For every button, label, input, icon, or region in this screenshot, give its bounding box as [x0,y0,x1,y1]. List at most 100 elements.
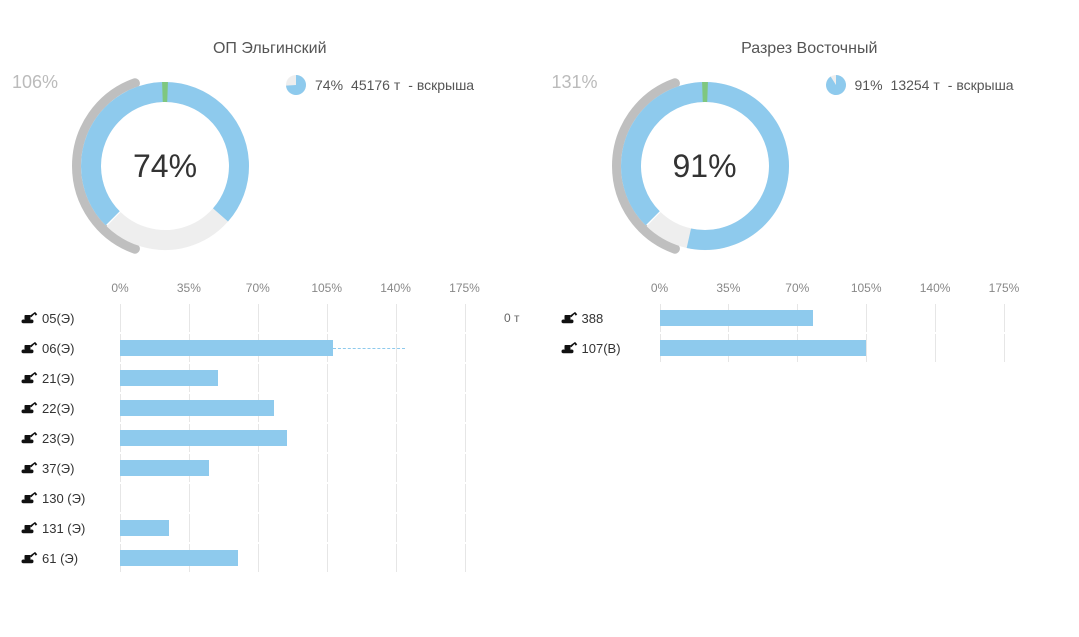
bar-track [120,514,465,542]
axis-tick: 105% [311,281,342,295]
excavator-icon [560,311,578,325]
bar-track [120,304,465,332]
legend-value: 13254 т [891,77,940,93]
bar-fill [120,520,169,536]
excavator-icon [20,371,38,385]
bar-label: 388 [560,311,660,326]
bar-track [660,304,1005,332]
axis-tick: 175% [449,281,480,295]
bar-label: 21(Э) [20,371,120,386]
legend-value: 45176 т [351,77,400,93]
bar-fill [120,340,333,356]
axis-row: 0%35%70%105%140%175% [560,281,1060,303]
bar-track [120,454,465,482]
bar-label-text: 06(Э) [42,341,74,356]
excavator-icon [20,311,38,325]
excavator-icon [20,401,38,415]
axis-tick: 105% [851,281,882,295]
bar-label: 61 (Э) [20,551,120,566]
bar-label: 06(Э) [20,341,120,356]
bar-label: 107(В) [560,341,660,356]
overshoot-label: 131% [552,72,598,93]
bar-label: 130 (Э) [20,491,120,506]
bar-label-text: 22(Э) [42,401,74,416]
gauge-row: 131%91% 91%13254 т- вскрыша [560,66,1060,266]
bar-row: 21(Э) [20,363,520,393]
bar-track [660,334,1005,362]
gauge-row: 106%74% 74%45176 т- вскрыша [20,66,520,266]
gauge-legend: 74% 45176 т - вскрыша [285,74,474,96]
bar-label: 22(Э) [20,401,120,416]
axis-tick: 35% [716,281,740,295]
bars-area: 0% 35% 70% 105% 140% 175% 05(Э) 0 т 06(Э) 21(Э… [20,281,520,573]
bar-row: 23(Э) [20,423,520,453]
axis-tick: 175% [989,281,1020,295]
bar-fill [120,400,274,416]
bar-label-text: 107(В) [582,341,621,356]
bar-row: 107(В) [560,333,1060,363]
legend-type: - вскрыша [408,77,474,93]
bar-label-text: 21(Э) [42,371,74,386]
axis-tick: 0% [111,281,128,295]
legend-percent: 91% [855,77,883,93]
axis-tick: 0% [651,281,668,295]
bar-label-text: 05(Э) [42,311,74,326]
bar-label-text: 130 (Э) [42,491,85,506]
excavator-icon [20,461,38,475]
bar-row: 388 [560,303,1060,333]
legend-type: - вскрыша [948,77,1014,93]
bar-value: 0 т [465,311,520,325]
bar-fill [120,430,287,446]
bar-label-text: 61 (Э) [42,551,78,566]
bar-fill [660,310,814,326]
axis-row: 0% 35% 70% 105% 140% 175% [20,281,520,303]
excavator-icon [20,431,38,445]
bar-track [120,364,465,392]
panel-title: Разрез Восточный [560,40,1060,58]
bar-fill [660,340,867,356]
bar-row: 61 (Э) [20,543,520,573]
bar-label: 131 (Э) [20,521,120,536]
bar-label: 05(Э) [20,311,120,326]
excavator-icon [20,551,38,565]
gauge-center-label: 91% [605,66,805,266]
axis-tick: 70% [246,281,270,295]
gauge-legend: 91% 13254 т - вскрыша [825,74,1014,96]
bar-fill [120,550,238,566]
bar-row: 05(Э) 0 т [20,303,520,333]
bar-label-text: 131 (Э) [42,521,85,536]
overshoot-label: 106% [12,72,58,93]
bar-label-text: 388 [582,311,604,326]
bar-track [120,484,465,512]
panel-title: ОП Эльгинский [20,40,520,58]
bar-row: 131 (Э) [20,513,520,543]
excavator-icon [20,521,38,535]
bar-fill [120,370,218,386]
bar-track [120,334,465,362]
panel-1: Разрез Восточный131%91% 91%13254 т- вскр… [560,10,1060,637]
bars-area: 0%35%70%105%140%175% 388 107(В) [560,281,1060,363]
bar-row: 22(Э) [20,393,520,423]
gauge-chart: 91% [605,66,805,266]
bar-row: 130 (Э) [20,483,520,513]
bar-label-text: 37(Э) [42,461,74,476]
excavator-icon [560,341,578,355]
excavator-icon [20,341,38,355]
bar-row: 06(Э) [20,333,520,363]
bar-dash [333,348,406,349]
excavator-icon [20,491,38,505]
axis-tick: 140% [380,281,411,295]
gauge-center-label: 74% [65,66,265,266]
gauge-chart: 74% [65,66,265,266]
bar-track [120,424,465,452]
bar-label: 37(Э) [20,461,120,476]
bar-label-text: 23(Э) [42,431,74,446]
axis-tick: 35% [177,281,201,295]
axis-tick: 70% [785,281,809,295]
panel-0: ОП Эльгинский106%74% 74%45176 т- вскрыша… [20,10,520,637]
legend-percent: 74% [315,77,343,93]
bar-track [120,544,465,572]
bar-track [120,394,465,422]
bar-row: 37(Э) [20,453,520,483]
bar-fill [120,460,209,476]
